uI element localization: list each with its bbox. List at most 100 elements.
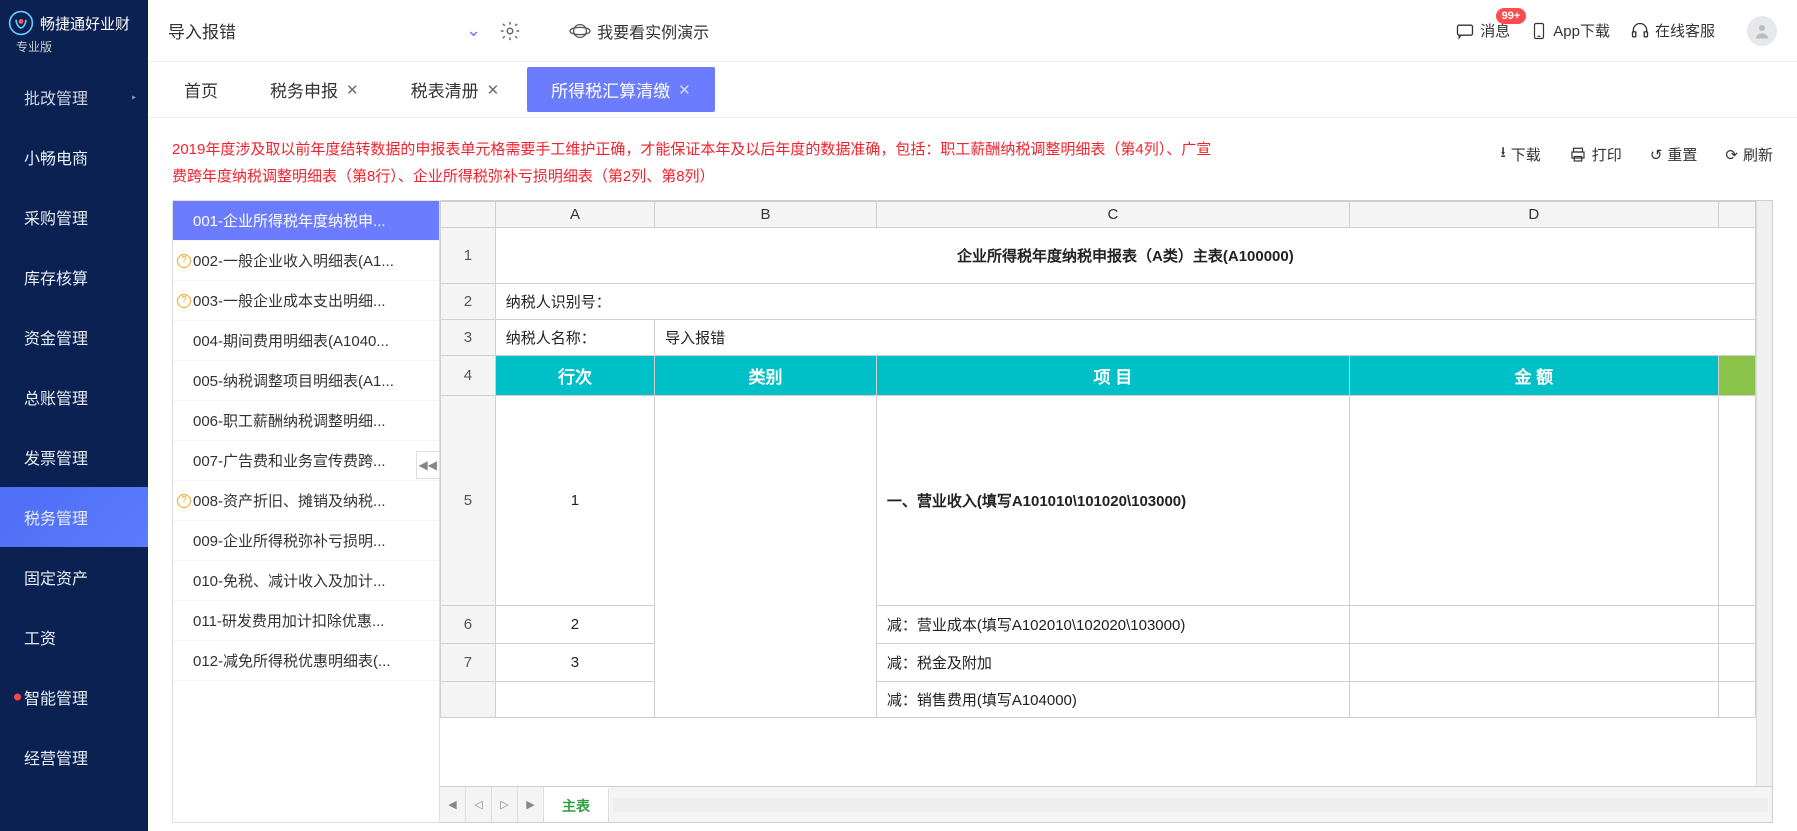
- gear-icon[interactable]: [499, 20, 521, 42]
- header-cell[interactable]: 金 额: [1350, 356, 1719, 396]
- nav-item[interactable]: 资金管理: [0, 307, 148, 367]
- nav-item[interactable]: 发票管理: [0, 427, 148, 487]
- cell[interactable]: [655, 396, 877, 718]
- cell[interactable]: [1350, 606, 1719, 644]
- cell[interactable]: 3: [495, 644, 654, 682]
- nav-item[interactable]: 采购管理: [0, 187, 148, 247]
- form-item[interactable]: ?002-一般企业收入明细表(A1...: [173, 241, 439, 281]
- avatar[interactable]: [1747, 16, 1777, 46]
- topbar: 导入报错 ⌄ 我要看实例演示 消息 99+: [148, 0, 1797, 62]
- form-list: 001-企业所得税年度纳税申... ?002-一般企业收入明细表(A1... ?…: [172, 200, 440, 823]
- chevron-down-icon[interactable]: ⌄: [466, 20, 481, 41]
- nav-item-smart[interactable]: 智能管理: [0, 667, 148, 727]
- cell[interactable]: [1718, 644, 1755, 682]
- header-cell[interactable]: 项 目: [876, 356, 1349, 396]
- cell[interactable]: 减：销售费用(填写A104000): [876, 682, 1349, 718]
- vertical-scrollbar[interactable]: [1756, 201, 1772, 786]
- nav-item[interactable]: 固定资产: [0, 547, 148, 607]
- form-item[interactable]: ?008-资产折旧、摊销及纳税...: [173, 481, 439, 521]
- nav-list: 批改管理 小畅电商 采购管理 库存核算 资金管理 总账管理 发票管理 税务管理 …: [0, 67, 148, 831]
- nav-item[interactable]: 经营管理: [0, 727, 148, 787]
- cell[interactable]: 1: [495, 396, 654, 606]
- form-item[interactable]: 010-免税、减计收入及加计...: [173, 561, 439, 601]
- header-cell[interactable]: [1718, 356, 1755, 396]
- nav-item[interactable]: 小畅电商: [0, 127, 148, 187]
- nav-item[interactable]: 总账管理: [0, 367, 148, 427]
- row-number[interactable]: 5: [441, 396, 496, 606]
- col-header[interactable]: C: [876, 202, 1349, 228]
- sheet-nav-last[interactable]: ▶: [518, 787, 544, 822]
- cell[interactable]: [1350, 396, 1719, 606]
- cell[interactable]: [1718, 606, 1755, 644]
- cell[interactable]: [1350, 682, 1719, 718]
- form-item[interactable]: 009-企业所得税弥补亏损明...: [173, 521, 439, 561]
- col-header[interactable]: B: [655, 202, 877, 228]
- form-item[interactable]: 006-职工薪酬纳税调整明细...: [173, 401, 439, 441]
- brand-name: 畅捷通好业财: [40, 13, 130, 34]
- row-number[interactable]: 2: [441, 284, 496, 320]
- tab-tax-book[interactable]: 税表清册✕: [387, 67, 524, 112]
- context-selector[interactable]: 导入报错: [168, 18, 448, 43]
- app-download-button[interactable]: App下载: [1530, 20, 1610, 41]
- close-icon[interactable]: ✕: [487, 81, 500, 99]
- print-button[interactable]: 打印: [1569, 144, 1622, 165]
- reset-button[interactable]: ↺重置: [1650, 144, 1698, 165]
- cell[interactable]: 导入报错: [655, 320, 1756, 356]
- sheet-nav-next[interactable]: ▷: [492, 787, 518, 822]
- tab-income-tax[interactable]: 所得税汇算清缴✕: [527, 67, 715, 112]
- sheet-nav-prev[interactable]: ◁: [466, 787, 492, 822]
- form-item[interactable]: 004-期间费用明细表(A1040...: [173, 321, 439, 361]
- download-button[interactable]: ⭳下载: [1501, 142, 1541, 167]
- sheet-nav-first[interactable]: ◀: [440, 787, 466, 822]
- cell[interactable]: 一、营业收入(填写A101010\101020\103000): [876, 396, 1349, 606]
- customer-service-button[interactable]: 在线客服: [1630, 20, 1715, 41]
- form-item[interactable]: 007-广告费和业务宣传费跨...: [173, 441, 439, 481]
- nav-item[interactable]: 库存核算: [0, 247, 148, 307]
- collapse-icon[interactable]: ◀◀: [416, 451, 440, 479]
- nav-item-truncated[interactable]: 批改管理: [0, 67, 148, 127]
- col-header[interactable]: D: [1350, 202, 1719, 228]
- header-cell[interactable]: 行次: [495, 356, 654, 396]
- form-item[interactable]: ?003-一般企业成本支出明细...: [173, 281, 439, 321]
- cell[interactable]: [495, 682, 654, 718]
- col-header[interactable]: [1718, 202, 1755, 228]
- refresh-button[interactable]: ⟳刷新: [1725, 144, 1773, 165]
- sheet-title[interactable]: 企业所得税年度纳税申报表（A类）主表(A100000): [495, 228, 1755, 284]
- planet-icon: [569, 20, 591, 42]
- cell[interactable]: 纳税人名称：: [495, 320, 654, 356]
- sheet-table[interactable]: A B C D 1 企业所得税年度纳税申报表（A类）主表(A100000) 2: [440, 201, 1756, 718]
- nav-item-active[interactable]: 税务管理: [0, 487, 148, 547]
- row-number[interactable]: 7: [441, 644, 496, 682]
- col-header[interactable]: A: [495, 202, 654, 228]
- cell[interactable]: 2: [495, 606, 654, 644]
- sheet-tab-main[interactable]: 主表: [544, 787, 609, 822]
- logo-icon: [8, 10, 34, 36]
- form-item[interactable]: 011-研发费用加计扣除优惠...: [173, 601, 439, 641]
- close-icon[interactable]: ✕: [678, 81, 691, 99]
- cell[interactable]: [1718, 682, 1755, 718]
- close-icon[interactable]: ✕: [346, 81, 359, 99]
- header-cell[interactable]: 类别: [655, 356, 877, 396]
- row-number[interactable]: 1: [441, 228, 496, 284]
- form-item[interactable]: 005-纳税调整项目明细表(A1...: [173, 361, 439, 401]
- cell[interactable]: [1350, 644, 1719, 682]
- message-button[interactable]: 消息 99+: [1455, 20, 1510, 41]
- cell[interactable]: 减：营业成本(填写A102010\102020\103000): [876, 606, 1349, 644]
- row-number[interactable]: [441, 682, 496, 718]
- row-number[interactable]: 3: [441, 320, 496, 356]
- sheet-tabs: ◀ ◁ ▷ ▶ 主表: [440, 786, 1772, 822]
- form-item[interactable]: 001-企业所得税年度纳税申...: [173, 201, 439, 241]
- cell[interactable]: 减：税金及附加: [876, 644, 1349, 682]
- demo-link[interactable]: 我要看实例演示: [569, 19, 709, 43]
- nav-item[interactable]: 工资: [0, 607, 148, 667]
- tab-tax-declare[interactable]: 税务申报✕: [246, 67, 383, 112]
- form-item[interactable]: 012-减免所得税优惠明细表(...: [173, 641, 439, 681]
- horizontal-scrollbar[interactable]: [613, 798, 1768, 812]
- headset-icon: [1630, 21, 1650, 41]
- row-number[interactable]: 6: [441, 606, 496, 644]
- cell[interactable]: [1718, 396, 1755, 606]
- tab-home[interactable]: 首页: [160, 67, 242, 112]
- row-number[interactable]: 4: [441, 356, 496, 396]
- cell[interactable]: 纳税人识别号：: [495, 284, 1755, 320]
- sheet-corner[interactable]: [441, 202, 496, 228]
